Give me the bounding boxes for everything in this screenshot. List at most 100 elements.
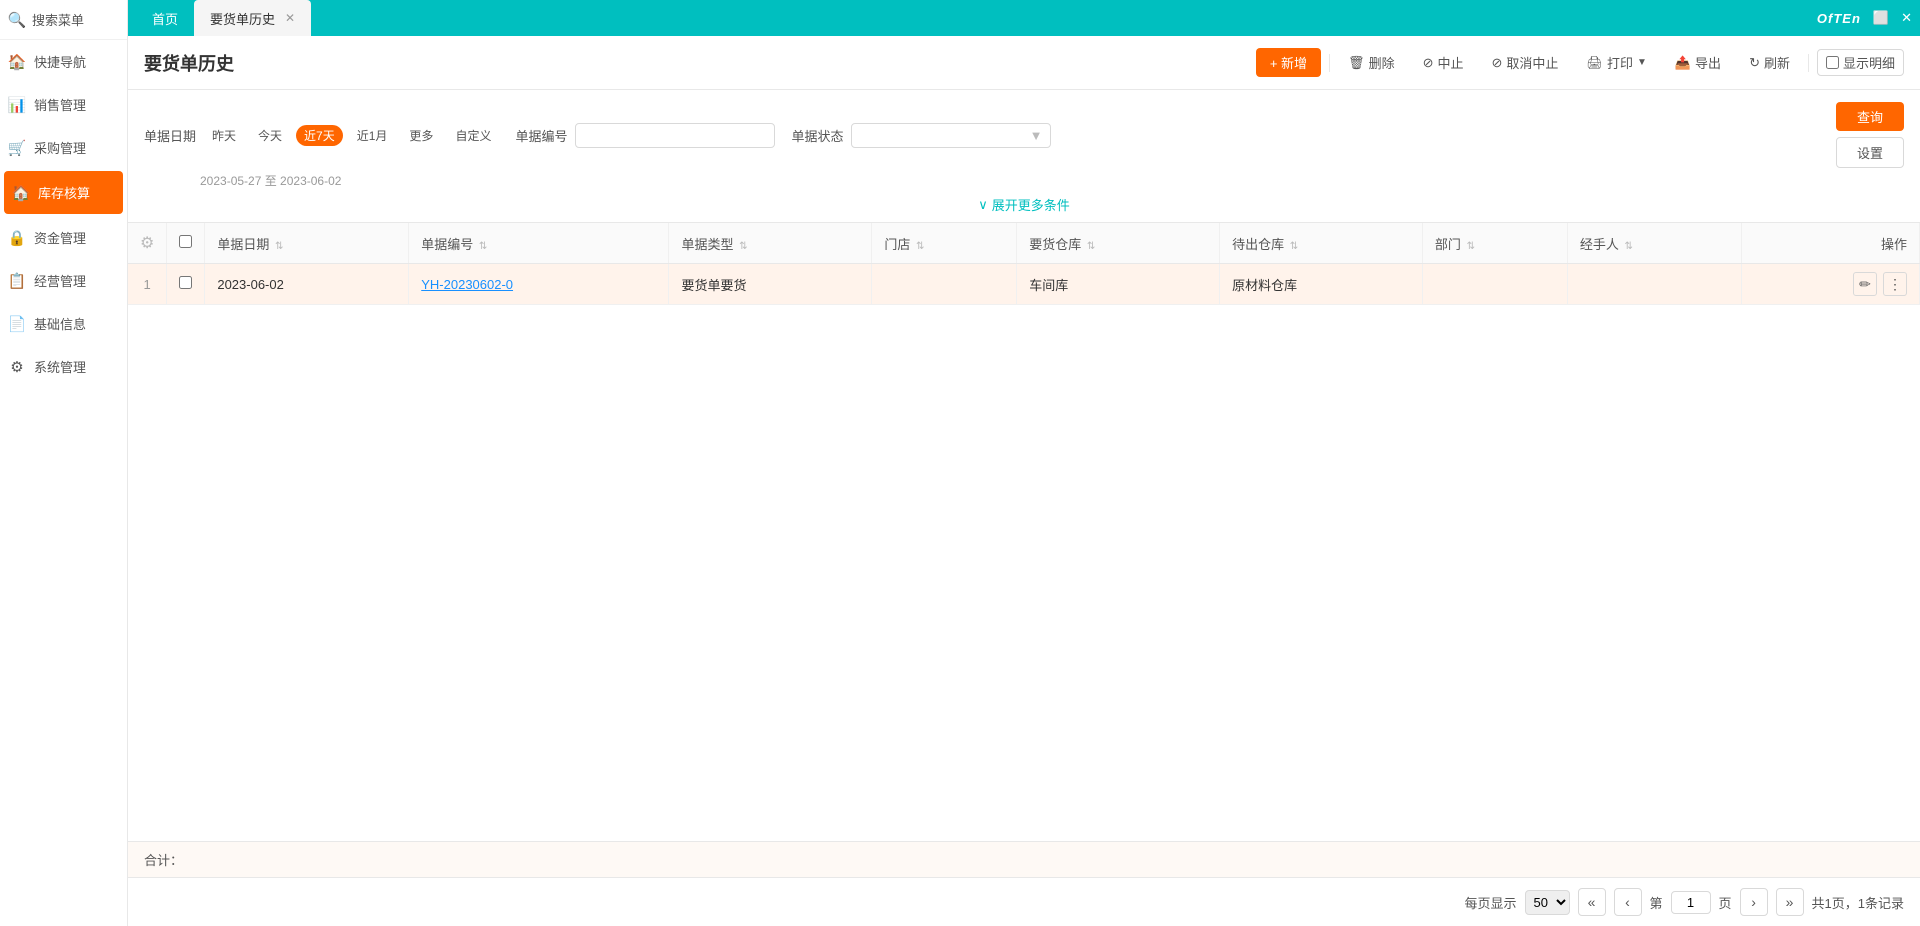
sort-icon-pending-warehouse[interactable]: ⇅ [1290,241,1298,252]
chevron-down-icon: ∨ [978,197,988,213]
close-btn[interactable]: ✕ [1901,10,1912,26]
filter-area: 单据日期 昨天 今天 近7天 近1月 更多 自定义 单据编号 [128,90,1920,223]
data-table: ⚙ 单据日期 ⇅ 单据编号 ⇅ [128,223,1920,305]
sidebar-item-system[interactable]: ⚙ 系统管理 [0,345,127,388]
export-icon: 📤 [1675,55,1691,71]
col-type: 单据类型 ⇅ [669,223,872,264]
row-req-warehouse: 车间库 [1017,264,1220,305]
prev-btn[interactable]: ‹ [1614,888,1642,916]
expand-filter-button[interactable]: ∨ 展开更多条件 [144,195,1904,214]
tab-requisition-history[interactable]: 要货单历史 ✕ [194,0,311,36]
select-all-checkbox[interactable] [179,235,192,248]
date-filter: 单据日期 昨天 今天 近7天 近1月 更多 自定义 [144,125,499,146]
query-button[interactable]: 查询 [1836,102,1904,131]
query-buttons: 查询 设置 [1836,102,1904,168]
col-handler: 经手人 ⇅ [1567,223,1741,264]
order-no-input[interactable] [575,123,775,148]
next-btn[interactable]: › [1740,888,1768,916]
col-ops: 操作 [1741,223,1919,264]
refresh-button[interactable]: ↻ 刷新 [1739,48,1800,77]
display-detail-checkbox[interactable] [1826,56,1839,69]
sidebar-item-sales[interactable]: 📊 销售管理 [0,83,127,126]
status-input[interactable] [860,128,1029,143]
row-type: 要货单要货 [669,264,872,305]
content-area: 要货单历史 + 新增 🗑 删除 ⊘ 中止 ⊘ 取消中止 [128,36,1920,926]
top-right-area: OfTEn ⬜ ✕ [1817,10,1912,26]
filter-row-1: 单据日期 昨天 今天 近7天 近1月 更多 自定义 单据编号 [144,102,1904,168]
order-no-label: 单据编号 [515,126,567,145]
delete-button[interactable]: 🗑 删除 [1338,48,1405,77]
sort-icon-date[interactable]: ⇅ [275,241,283,252]
sidebar-item-label: 基础信息 [34,314,86,333]
page-size-select[interactable]: 50 [1525,890,1570,915]
settings-button[interactable]: 设置 [1836,137,1904,168]
edit-op-icon[interactable]: ✏ [1853,272,1877,296]
sidebar-item-finance[interactable]: 🔒 资金管理 [0,216,127,259]
print-button[interactable]: 🖨 打印 ▼ [1576,48,1656,77]
row-no-link[interactable]: YH-20230602-0 [421,277,513,292]
checkbox-col-header [167,223,205,264]
page-label-after: 页 [1719,893,1732,912]
refresh-label: 刷新 [1764,53,1790,72]
date-btn-last7[interactable]: 近7天 [296,125,343,146]
prev-prev-btn[interactable]: « [1578,888,1606,916]
next-next-btn[interactable]: » [1776,888,1804,916]
status-select[interactable]: ▼ [851,123,1051,148]
main-area: 首页 要货单历史 ✕ OfTEn ⬜ ✕ 要货单历史 + 新增 🗑 删除 [128,0,1920,926]
tab-requisition-label: 要货单历史 [210,9,275,28]
sort-icon-handler[interactable]: ⇅ [1624,241,1632,252]
header-actions: + 新增 🗑 删除 ⊘ 中止 ⊘ 取消中止 🖨 打印 [1256,48,1904,77]
table-footer: 合计： [128,841,1920,877]
operation-icon: 📋 [8,272,26,290]
delete-label: 删除 [1369,53,1395,72]
stop-icon: ⊘ [1423,55,1434,71]
lock-icon: 🔒 [8,229,26,247]
search-icon: 🔍 [8,11,26,29]
cancel-stop-button[interactable]: ⊘ 取消中止 [1482,48,1569,77]
row-date: 2023-06-02 [205,264,409,305]
export-button[interactable]: 📤 导出 [1665,48,1731,77]
date-range-display: 2023-05-27 至 2023-06-02 [200,174,341,188]
status-filter: 单据状态 ▼ [791,123,1051,148]
sort-icon-req-warehouse[interactable]: ⇅ [1087,241,1095,252]
date-btn-last1month[interactable]: 近1月 [349,125,396,146]
restore-btn[interactable]: ⬜ [1873,10,1889,26]
sort-icon-no[interactable]: ⇅ [479,241,487,252]
sort-icon-type[interactable]: ⇅ [739,241,747,252]
print-dropdown-icon: ▼ [1637,57,1647,68]
stop-button[interactable]: ⊘ 中止 [1413,48,1474,77]
sidebar-item-purchase[interactable]: 🛒 采购管理 [0,126,127,169]
sidebar-item-operation[interactable]: 📋 经营管理 [0,259,127,302]
date-btn-more[interactable]: 更多 [401,125,441,146]
divider2 [1808,54,1809,72]
page-title: 要货单历史 [144,50,234,76]
settings-col: ⚙ [128,223,167,264]
pagination-bar: 每页显示 50 « ‹ 第 页 › » 共1页，1条记录 [128,877,1920,926]
more-op-icon[interactable]: ⋮ [1883,272,1907,296]
stop-label: 中止 [1437,53,1463,72]
date-btn-today[interactable]: 今天 [250,125,290,146]
sort-icon-dept[interactable]: ⇅ [1467,241,1475,252]
date-btn-custom[interactable]: 自定义 [447,125,499,146]
date-btn-yesterday[interactable]: 昨天 [204,125,244,146]
divider [1329,54,1330,72]
row-checkbox[interactable] [179,276,192,289]
tab-close-icon[interactable]: ✕ [285,11,295,25]
table-settings-icon[interactable]: ⚙ [140,235,154,252]
sort-icon-store[interactable]: ⇅ [916,241,924,252]
sidebar-item-inventory[interactable]: 🏠 库存核算 [4,171,123,214]
sidebar-item-label: 系统管理 [34,357,86,376]
row-handler [1567,264,1741,305]
sidebar-search[interactable]: 🔍 搜索菜单 [0,0,127,40]
tab-home[interactable]: 首页 [136,0,194,36]
print-label: 打印 [1607,53,1633,72]
current-page-input[interactable] [1671,891,1711,914]
sidebar-item-quick-nav[interactable]: 🏠 快捷导航 [0,40,127,83]
print-icon: 🖨 [1586,55,1603,71]
display-detail-button[interactable]: 显示明细 [1817,49,1904,76]
col-req-warehouse: 要货仓库 ⇅ [1017,223,1220,264]
sidebar-item-basic[interactable]: 📄 基础信息 [0,302,127,345]
export-label: 导出 [1695,53,1721,72]
sidebar-item-label: 快捷导航 [34,52,86,71]
new-button[interactable]: + 新增 [1256,48,1321,77]
